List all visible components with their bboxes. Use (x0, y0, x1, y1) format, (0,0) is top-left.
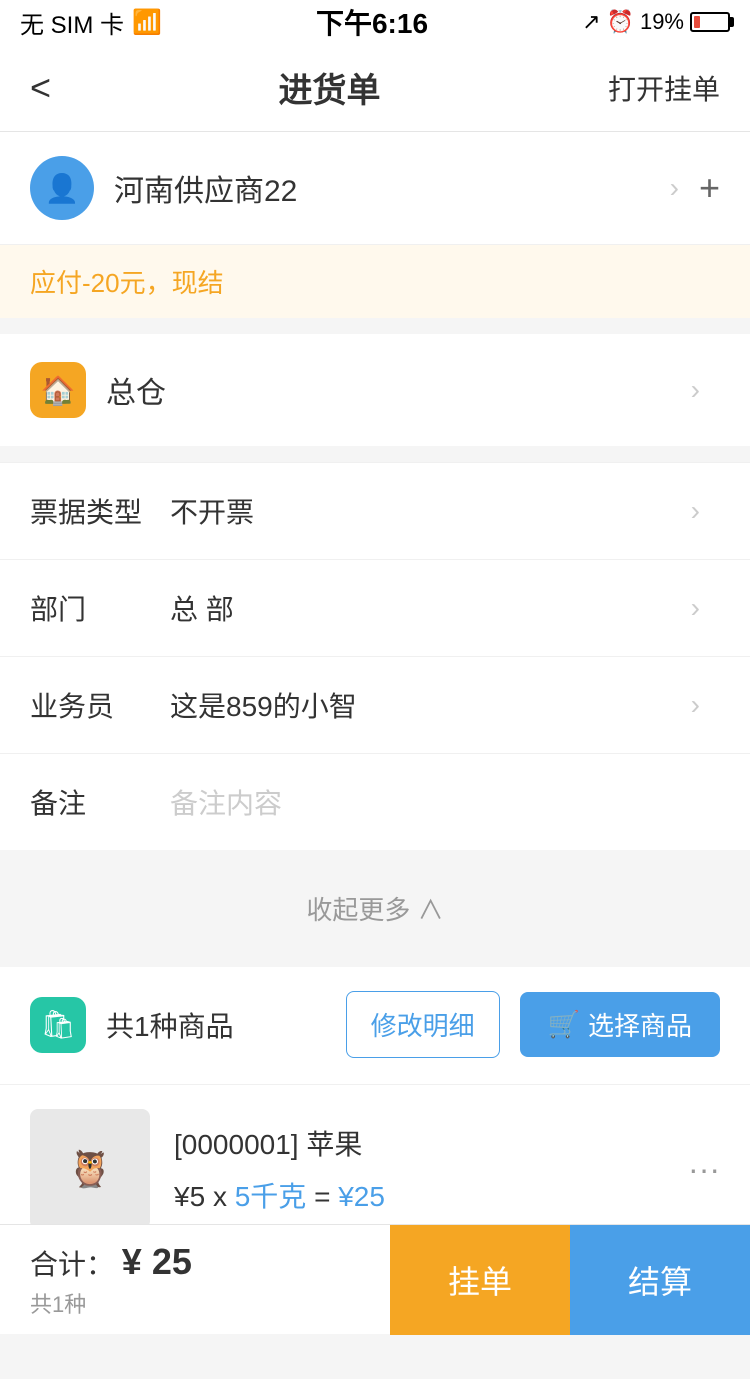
total-count: 共1种 (30, 1287, 360, 1319)
open-pending-button[interactable]: 打开挂单 (608, 68, 720, 108)
total-section: 合计： ¥ 25 共1种 (0, 1241, 390, 1319)
select-product-icon: 🛒 (548, 1009, 580, 1040)
back-button[interactable]: < (30, 67, 51, 109)
remark-label: 备注 (30, 782, 170, 822)
bottom-bar: 合计： ¥ 25 共1种 挂单 结算 (0, 1224, 750, 1334)
product-header: 🛍 共1种商品 修改明细 🛒 选择商品 (0, 967, 750, 1082)
equals-sign: = (314, 1181, 338, 1212)
product-total: ¥25 (338, 1181, 385, 1212)
home-icon: 🏠 (41, 374, 76, 407)
product-count-icon: 🛍 (30, 997, 86, 1053)
location-icon: ↗ (582, 9, 600, 35)
dept-row[interactable]: 部门 总 部 › (0, 559, 750, 656)
product-unit-price: ¥5 (174, 1181, 205, 1212)
add-button[interactable]: + (699, 167, 720, 209)
select-product-button[interactable]: 🛒 选择商品 (520, 992, 720, 1057)
wifi-icon: 📶 (132, 8, 162, 37)
status-time: 下午6:16 (316, 2, 428, 42)
sales-chevron-icon: › (691, 689, 700, 721)
product-thumbnail: 🦉 (30, 1109, 150, 1229)
supplier-section: 👤 河南供应商22 › + 应付-20元，现结 (0, 132, 750, 318)
bag-icon: 🛍 (40, 1008, 76, 1041)
invoice-value: 不开票 (170, 491, 691, 531)
status-bar: 无 SIM 卡 📶 下午6:16 ↗ ⏰ 19% (0, 0, 750, 44)
warehouse-name: 总仓 (106, 368, 691, 412)
battery-percent: 19% (640, 9, 684, 35)
product-title: 苹果 (306, 1129, 362, 1160)
supplier-alert: 应付-20元，现结 (0, 245, 750, 318)
supplier-avatar: 👤 (30, 156, 94, 220)
supplier-row[interactable]: 👤 河南供应商22 › + (0, 132, 750, 245)
checkout-button[interactable]: 结算 (570, 1225, 750, 1335)
product-owl-icon: 🦉 (68, 1148, 113, 1190)
warehouse-chevron-icon: › (691, 374, 700, 406)
total-label: 合计： (30, 1249, 114, 1280)
sales-value: 这是859的小智 (170, 685, 691, 725)
product-section: 🛍 共1种商品 修改明细 🛒 选择商品 🦉 [0000001] 苹果 ¥5 x … (0, 967, 750, 1253)
status-left: 无 SIM 卡 📶 (20, 5, 162, 40)
product-more-button[interactable]: ··· (688, 1151, 720, 1188)
dept-chevron-icon: › (691, 592, 700, 624)
invoice-row[interactable]: 票据类型 不开票 › (0, 462, 750, 559)
section-divider (0, 951, 750, 967)
status-right: ↗ ⏰ 19% (582, 9, 730, 35)
alarm-icon: ⏰ (607, 9, 634, 35)
product-qty: 5千克 (235, 1181, 307, 1212)
total-amount: ¥ 25 (122, 1241, 192, 1282)
collapse-button[interactable]: 收起更多 ∧ (0, 866, 750, 951)
warehouse-icon: 🏠 (30, 362, 86, 418)
battery-icon (690, 12, 730, 32)
supplier-name: 河南供应商22 (114, 166, 670, 210)
product-count-text: 共1种商品 (106, 1005, 326, 1045)
hang-button[interactable]: 挂单 (390, 1225, 570, 1335)
dept-value: 总 部 (170, 588, 691, 628)
avatar-icon: 👤 (45, 172, 80, 205)
invoice-chevron-icon: › (691, 495, 700, 527)
form-section: 票据类型 不开票 › 部门 总 部 › 业务员 这是859的小智 › 备注 备注… (0, 462, 750, 850)
product-info: [0000001] 苹果 ¥5 x 5千克 = ¥25 (174, 1123, 688, 1215)
edit-detail-button[interactable]: 修改明细 (346, 991, 500, 1058)
page-title: 进货单 (279, 63, 381, 112)
remark-row[interactable]: 备注 备注内容 (0, 753, 750, 850)
remark-input[interactable]: 备注内容 (170, 782, 720, 822)
product-price-row: ¥5 x 5千克 = ¥25 (174, 1175, 688, 1215)
price-separator: x (213, 1181, 235, 1212)
warehouse-section: 🏠 总仓 › (0, 334, 750, 446)
product-code: [0000001] (174, 1129, 299, 1160)
supplier-chevron-icon: › (670, 172, 679, 204)
dept-label: 部门 (30, 588, 170, 628)
invoice-label: 票据类型 (30, 491, 170, 531)
nav-bar: < 进货单 打开挂单 (0, 44, 750, 132)
warehouse-row[interactable]: 🏠 总仓 › (0, 334, 750, 446)
sales-row[interactable]: 业务员 这是859的小智 › (0, 656, 750, 753)
product-name: [0000001] 苹果 (174, 1123, 688, 1163)
carrier-text: 无 SIM 卡 (20, 5, 124, 40)
total-row: 合计： ¥ 25 (30, 1241, 360, 1283)
sales-label: 业务员 (30, 685, 170, 725)
